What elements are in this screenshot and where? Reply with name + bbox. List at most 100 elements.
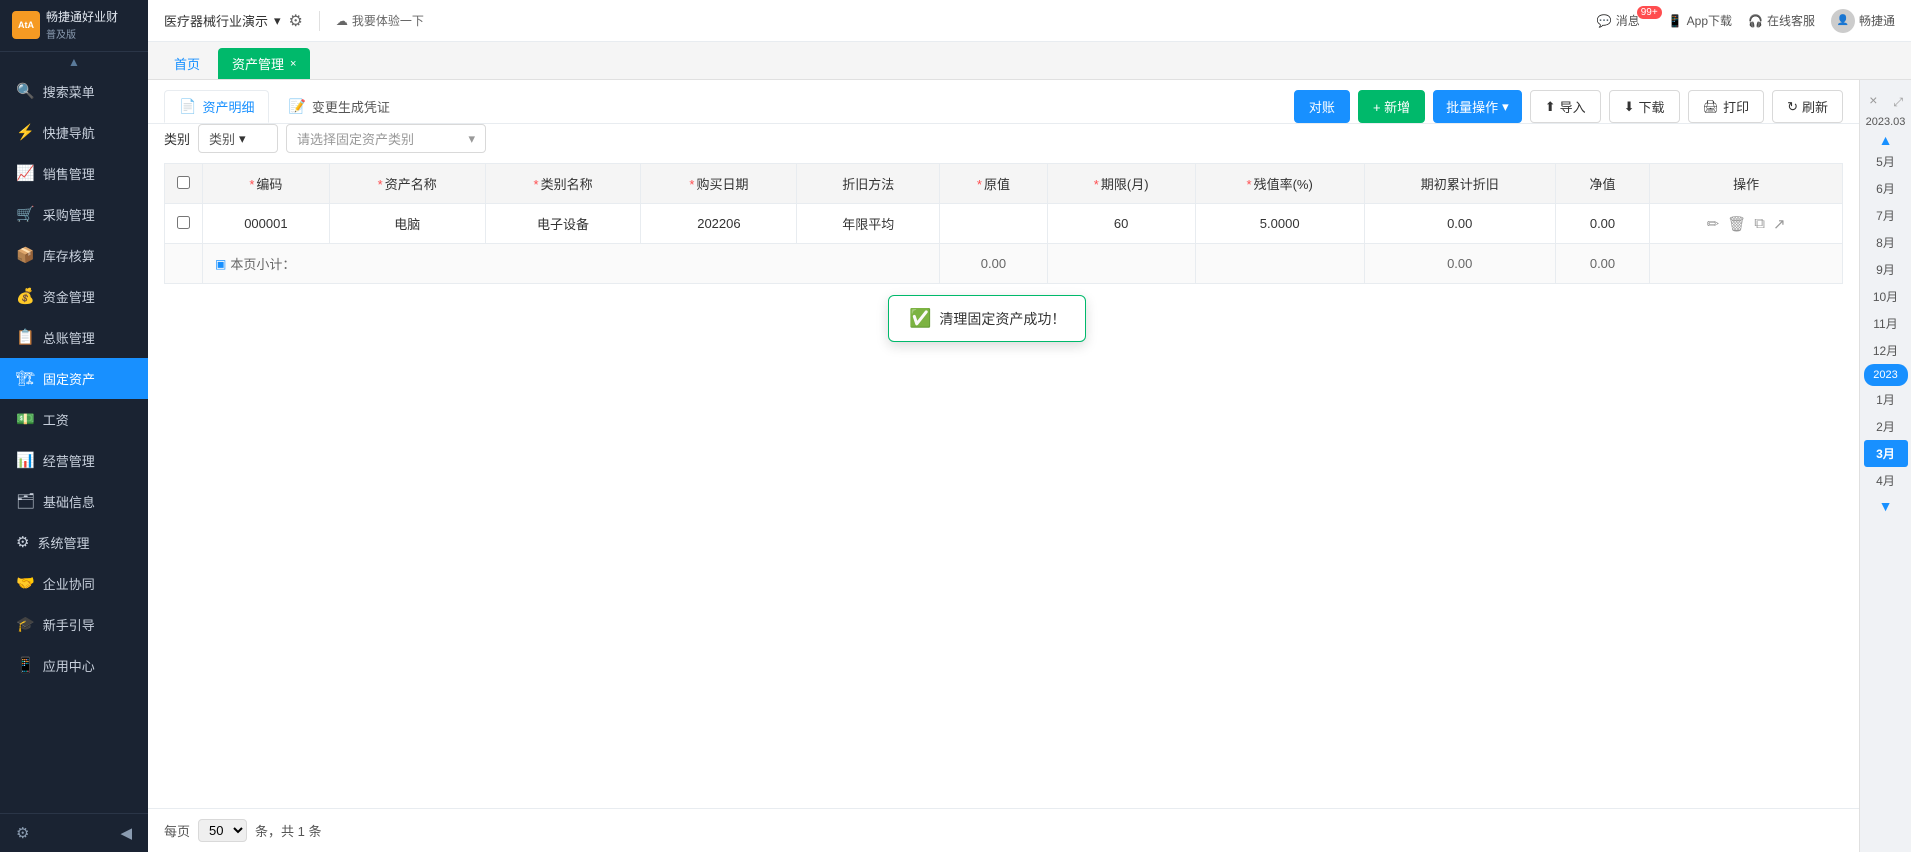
refresh-button[interactable]: ↻ 刷新 bbox=[1772, 90, 1843, 123]
cal-year-badge[interactable]: 2023 bbox=[1864, 364, 1908, 386]
asset-table-wrap: *编码 *资产名称 *类别名称 *购买日期 折旧方法 *原值 *期限(月) *残… bbox=[148, 163, 1859, 808]
sub-tab-asset-detail[interactable]: 📄 资产明细 bbox=[164, 90, 269, 123]
sidebar-item-system[interactable]: ⚙ 系统管理 bbox=[0, 522, 148, 563]
online-service-button[interactable]: 🎧 在线客服 bbox=[1748, 12, 1815, 29]
col-actions: 操作 bbox=[1650, 164, 1843, 204]
per-page-label: 每页 bbox=[164, 821, 190, 840]
experience-button[interactable]: ☁ 我要体验一下 bbox=[336, 12, 424, 29]
sidebar-item-base-info[interactable]: 🗂 基础信息 bbox=[0, 481, 148, 522]
category-select[interactable]: 类别 ▾ bbox=[198, 124, 278, 153]
cal-month-8[interactable]: 8月 bbox=[1864, 229, 1908, 256]
sidebar-item-sales[interactable]: 📈 销售管理 bbox=[0, 153, 148, 194]
sidebar-item-apps[interactable]: 📱 应用中心 bbox=[0, 645, 148, 686]
ledger-icon: 📋 bbox=[16, 328, 35, 346]
cal-month-4[interactable]: 4月 bbox=[1864, 467, 1908, 494]
select-all-checkbox[interactable] bbox=[177, 176, 190, 189]
content-main: 📄 资产明细 📝 变更生成凭证 对账 + 新增 批量操作 ▾ ⬆ bbox=[148, 80, 1859, 852]
cal-scroll-down-button[interactable]: ▼ bbox=[1879, 498, 1893, 514]
collapse-icon[interactable]: ◀ bbox=[120, 824, 132, 842]
inventory-icon: 📦 bbox=[16, 246, 35, 264]
dropdown-icon: ▾ bbox=[1502, 99, 1509, 115]
cell-name: 电脑 bbox=[329, 204, 485, 244]
category-input[interactable]: 请选择固定资产类别 ▾ bbox=[286, 124, 486, 153]
print-button[interactable]: 🖨 打印 bbox=[1688, 90, 1765, 123]
sidebar-item-inventory[interactable]: 📦 库存核算 bbox=[0, 235, 148, 276]
voucher-icon: 📝 bbox=[288, 98, 305, 115]
quick-nav-icon: ⚡ bbox=[16, 123, 35, 141]
new-button[interactable]: + 新增 bbox=[1358, 90, 1425, 123]
guide-icon: 🎓 bbox=[16, 615, 35, 633]
select-all-header[interactable] bbox=[165, 164, 203, 204]
refresh-icon: ↻ bbox=[1787, 99, 1798, 115]
cal-month-6[interactable]: 6月 bbox=[1864, 175, 1908, 202]
cal-month-1[interactable]: 1月 bbox=[1864, 386, 1908, 413]
cal-close-button[interactable]: × bbox=[1861, 88, 1885, 112]
cal-month-5[interactable]: 5月 bbox=[1864, 148, 1908, 175]
sub-tab-voucher[interactable]: 📝 变更生成凭证 bbox=[273, 90, 404, 123]
sidebar-item-enterprise[interactable]: 🤝 企业协同 bbox=[0, 563, 148, 604]
download-button[interactable]: ⬇ 下载 bbox=[1609, 90, 1680, 123]
cal-expand-button[interactable]: ⤢ bbox=[1885, 93, 1911, 112]
tab-home[interactable]: 首页 bbox=[160, 48, 214, 79]
finance-icon: 💰 bbox=[16, 287, 35, 305]
subtotal-label-cell: ▣ 本页小计： bbox=[203, 244, 940, 284]
settings-icon[interactable]: ⚙ bbox=[16, 824, 29, 842]
sidebar-menu: 🔍 搜索菜单 ⚡ 快捷导航 📈 销售管理 🛒 采购管理 📦 库存核算 💰 资金管… bbox=[0, 71, 148, 813]
cal-month-7[interactable]: 7月 bbox=[1864, 202, 1908, 229]
subtotal-accumulated: 0.00 bbox=[1364, 244, 1555, 284]
company-selector[interactable]: 医疗器械行业演示 ▾ bbox=[164, 11, 281, 30]
cal-year-month: 2023.03 bbox=[1866, 116, 1906, 128]
edit-icon[interactable]: ✏ bbox=[1707, 215, 1720, 233]
app-name: 畅捷通好业财 bbox=[46, 10, 118, 26]
sidebar-item-fixed-assets[interactable]: 🏗 固定资产 bbox=[0, 358, 148, 399]
cal-month-10[interactable]: 10月 bbox=[1864, 283, 1908, 310]
reconcile-button[interactable]: 对账 bbox=[1294, 90, 1350, 123]
notifications-button[interactable]: 💬 消息 99+ bbox=[1597, 12, 1652, 29]
cal-scroll-up-button[interactable]: ▲ bbox=[1879, 132, 1893, 148]
cal-month-12[interactable]: 12月 bbox=[1864, 337, 1908, 364]
copy-icon[interactable]: ⧉ bbox=[1754, 215, 1765, 233]
sidebar-scroll-up[interactable]: ▲ bbox=[0, 52, 148, 71]
sidebar-item-purchase[interactable]: 🛒 采购管理 bbox=[0, 194, 148, 235]
col-net-value: 净值 bbox=[1555, 164, 1650, 204]
sidebar-item-search[interactable]: 🔍 搜索菜单 bbox=[0, 71, 148, 112]
more-icon[interactable]: ↗ bbox=[1773, 215, 1786, 233]
cal-month-3[interactable]: 3月 bbox=[1864, 440, 1908, 467]
cal-month-2[interactable]: 2月 bbox=[1864, 413, 1908, 440]
sidebar-item-quick-nav[interactable]: ⚡ 快捷导航 bbox=[0, 112, 148, 153]
cell-actions: ✏ 🗑 ⧉ ↗ bbox=[1650, 204, 1843, 244]
topbar-settings-icon[interactable]: ⚙ bbox=[289, 11, 303, 31]
cell-purchase-date: 202206 bbox=[641, 204, 797, 244]
col-depreciation: 折旧方法 bbox=[797, 164, 940, 204]
topbar-right: 💬 消息 99+ 📱 App下载 🎧 在线客服 👤 畅捷通 bbox=[1597, 9, 1895, 33]
tab-close-icon[interactable]: × bbox=[290, 58, 296, 70]
import-button[interactable]: ⬆ 导入 bbox=[1530, 90, 1601, 123]
print-icon: 🖨 bbox=[1703, 99, 1720, 115]
cal-month-11[interactable]: 11月 bbox=[1864, 310, 1908, 337]
batch-ops-button[interactable]: 批量操作 ▾ bbox=[1433, 90, 1522, 123]
delete-icon[interactable]: 🗑 bbox=[1727, 215, 1746, 233]
import-icon: ⬆ bbox=[1545, 99, 1556, 115]
purchase-icon: 🛒 bbox=[16, 205, 35, 223]
sidebar-item-payroll[interactable]: 💵 工资 bbox=[0, 399, 148, 440]
sidebar-item-finance[interactable]: 💰 资金管理 bbox=[0, 276, 148, 317]
user-profile[interactable]: 👤 畅捷通 bbox=[1831, 9, 1895, 33]
subtotal-original: 0.00 bbox=[940, 244, 1048, 284]
main-area: 医疗器械行业演示 ▾ ⚙ ☁ 我要体验一下 💬 消息 99+ 📱 App下载 🎧… bbox=[148, 0, 1911, 852]
download-icon: ⬇ bbox=[1624, 99, 1635, 115]
sidebar-item-operations[interactable]: 📊 经营管理 bbox=[0, 440, 148, 481]
sidebar-item-guide[interactable]: 🎓 新手引导 bbox=[0, 604, 148, 645]
app-logo-icon: AtA bbox=[12, 11, 40, 39]
cell-accumulated: 0.00 bbox=[1364, 204, 1555, 244]
tab-asset-management[interactable]: 资产管理 × bbox=[218, 48, 310, 79]
row-checkbox[interactable] bbox=[177, 216, 190, 229]
operations-icon: 📊 bbox=[16, 451, 35, 469]
enterprise-icon: 🤝 bbox=[16, 574, 35, 592]
sidebar: AtA 畅捷通好业财 普及版 ▲ 🔍 搜索菜单 ⚡ 快捷导航 📈 销售管理 🛒 … bbox=[0, 0, 148, 852]
sidebar-item-ledger[interactable]: 📋 总账管理 bbox=[0, 317, 148, 358]
per-page-select[interactable]: 50 bbox=[198, 819, 247, 842]
cal-header: 2023.03 bbox=[1862, 112, 1910, 132]
toast-message: 清理固定资产成功！ bbox=[939, 309, 1065, 329]
app-download-button[interactable]: 📱 App下载 bbox=[1668, 12, 1732, 29]
cal-month-9[interactable]: 9月 bbox=[1864, 256, 1908, 283]
